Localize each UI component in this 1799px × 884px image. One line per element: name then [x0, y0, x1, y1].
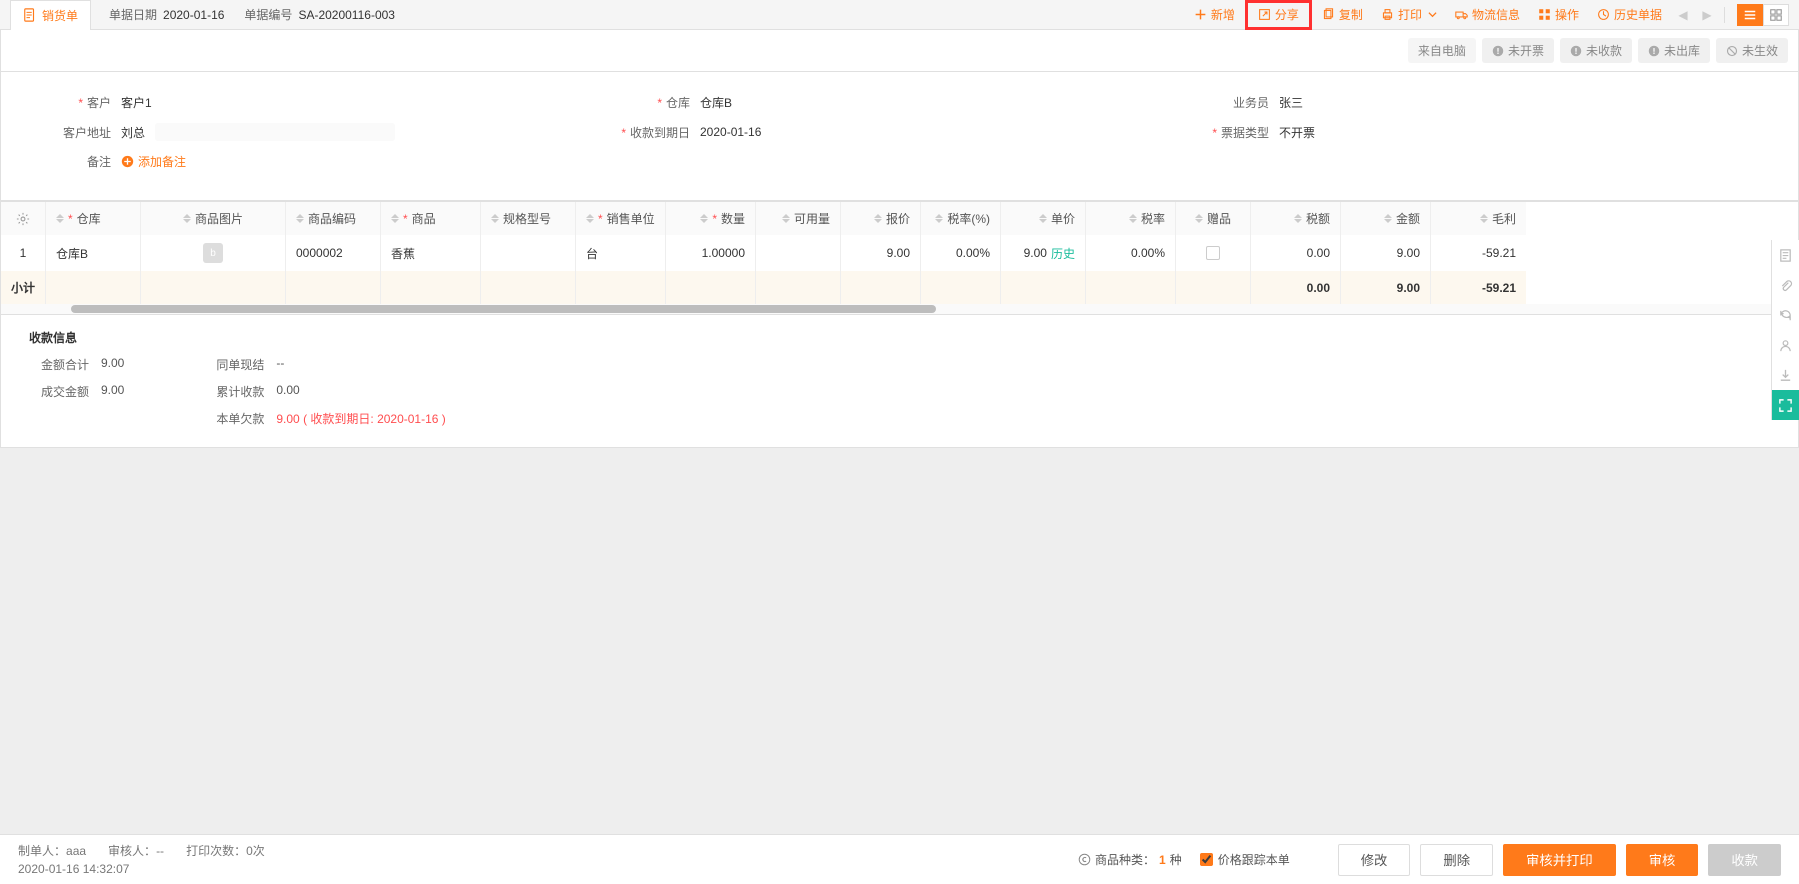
status-unpaid[interactable]: 未收款	[1560, 38, 1632, 63]
audit-print-button[interactable]: 审核并打印	[1503, 844, 1616, 876]
rail-user-icon[interactable]	[1772, 330, 1799, 360]
salesman-value[interactable]: 张三	[1279, 94, 1303, 111]
view-list-button[interactable]	[1737, 4, 1763, 26]
receive-button: 收款	[1708, 844, 1781, 876]
status-inactive[interactable]: 未生效	[1716, 38, 1788, 63]
form-card: *客户客户1 *仓库仓库B 业务员张三 客户地址刘总 *收款到期日2020-01…	[0, 72, 1799, 201]
history-button[interactable]: 历史单据	[1589, 2, 1670, 28]
payment-title: 收款信息	[29, 329, 1770, 346]
copy-button[interactable]: 复制	[1314, 2, 1371, 28]
grid-header: *仓库 商品图片 商品编码 *商品 规格型号 *销售单位 *数量 可用量 报价 …	[1, 202, 1798, 235]
invoice-type-value[interactable]: 不开票	[1279, 124, 1315, 141]
status-source: 来自电脑	[1408, 38, 1476, 63]
subtotal-row: 小计 0.00 9.00 -59.21	[1, 271, 1798, 304]
doc-meta: 单据日期2020-01-16 单据编号SA-20200116-003	[109, 6, 395, 23]
price-history-link[interactable]: 历史	[1051, 245, 1075, 262]
doc-date: 2020-01-16	[163, 8, 224, 22]
copyright-icon	[1078, 853, 1091, 866]
footer: 制单人：aaa 审核人：-- 打印次数：0次 2020-01-16 14:32:…	[0, 834, 1799, 884]
add-remark-link[interactable]: 添加备注	[121, 153, 186, 170]
side-rail	[1771, 240, 1799, 420]
table-row[interactable]: 1 仓库B b 0000002 香蕉 台 1.00000 9.00 0.00% …	[1, 235, 1798, 271]
warehouse-value[interactable]: 仓库B	[700, 94, 732, 111]
address-name: 刘总	[121, 124, 145, 141]
horizontal-scrollbar[interactable]	[1, 304, 1798, 314]
top-actions: 新增 分享 复制 打印 物流信息 操作 历史单据 ◀ ▶	[1186, 0, 1789, 30]
footer-meta: 制单人：aaa 审核人：-- 打印次数：0次 2020-01-16 14:32:…	[18, 842, 265, 878]
rail-download-icon[interactable]	[1772, 360, 1799, 390]
status-unshipped[interactable]: 未出库	[1638, 38, 1710, 63]
view-toggle	[1737, 4, 1789, 26]
share-button[interactable]: 分享	[1250, 2, 1307, 28]
tab-title: 销货单	[42, 7, 78, 24]
rail-note-icon[interactable]	[1772, 240, 1799, 270]
gear-icon[interactable]	[16, 212, 30, 226]
footer-timestamp: 2020-01-16 14:32:07	[18, 860, 265, 878]
amount-total: 9.00	[101, 356, 124, 373]
share-highlight: 分享	[1245, 0, 1312, 30]
price-follow-checkbox[interactable]: 价格跟踪本单	[1200, 851, 1290, 868]
doc-icon	[23, 8, 37, 22]
audit-button[interactable]: 审核	[1626, 844, 1699, 876]
operate-button[interactable]: 操作	[1530, 2, 1587, 28]
address-redacted	[155, 123, 395, 141]
print-button[interactable]: 打印	[1373, 2, 1445, 28]
deal-amount: 9.00	[101, 383, 124, 400]
line-grid: *仓库 商品图片 商品编码 *商品 规格型号 *销售单位 *数量 可用量 报价 …	[0, 201, 1799, 315]
chevron-down-icon	[1428, 10, 1437, 19]
payment-card: 收款信息 金额合计9.00 成交金额9.00 同单现结-- 累计收款0.00 本…	[0, 315, 1799, 448]
rail-expand-icon[interactable]	[1772, 390, 1799, 420]
next-button[interactable]: ▶	[1696, 4, 1718, 26]
delete-button[interactable]: 删除	[1420, 844, 1493, 876]
gift-checkbox[interactable]	[1206, 246, 1220, 260]
modify-button[interactable]: 修改	[1338, 844, 1411, 876]
rail-attach-icon[interactable]	[1772, 270, 1799, 300]
new-button[interactable]: 新增	[1186, 2, 1243, 28]
status-uninvoiced[interactable]: 未开票	[1482, 38, 1554, 63]
doc-number: SA-20200116-003	[298, 8, 395, 22]
view-grid-button[interactable]	[1763, 4, 1789, 26]
active-tab[interactable]: 销货单	[10, 0, 91, 30]
due-date-value[interactable]: 2020-01-16	[700, 125, 761, 139]
rail-refresh-icon[interactable]	[1772, 300, 1799, 330]
prev-button[interactable]: ◀	[1672, 4, 1694, 26]
top-bar: 销货单 单据日期2020-01-16 单据编号SA-20200116-003 新…	[0, 0, 1799, 30]
status-row: 来自电脑 未开票 未收款 未出库 未生效	[0, 30, 1799, 72]
customer-value[interactable]: 客户1	[121, 94, 152, 111]
scrollbar-thumb[interactable]	[71, 305, 936, 313]
product-image-icon: b	[203, 243, 223, 263]
logistics-button[interactable]: 物流信息	[1447, 2, 1528, 28]
debt-amount: 9.00 ( 收款到期日: 2020-01-16 )	[276, 410, 445, 427]
